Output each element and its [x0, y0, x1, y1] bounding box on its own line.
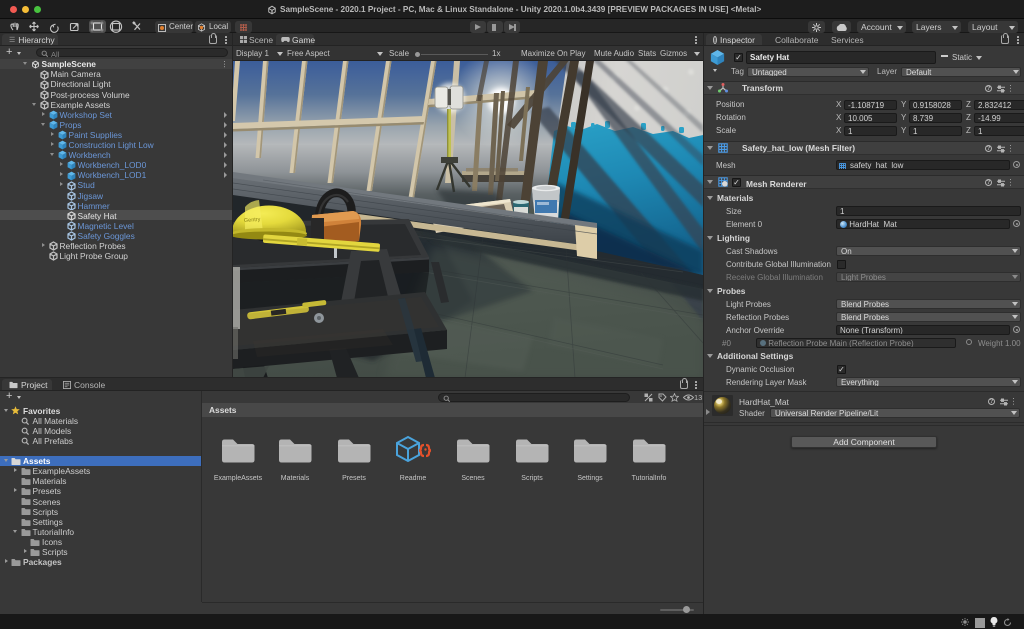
svg-text:Gentry: Gentry: [244, 217, 261, 224]
